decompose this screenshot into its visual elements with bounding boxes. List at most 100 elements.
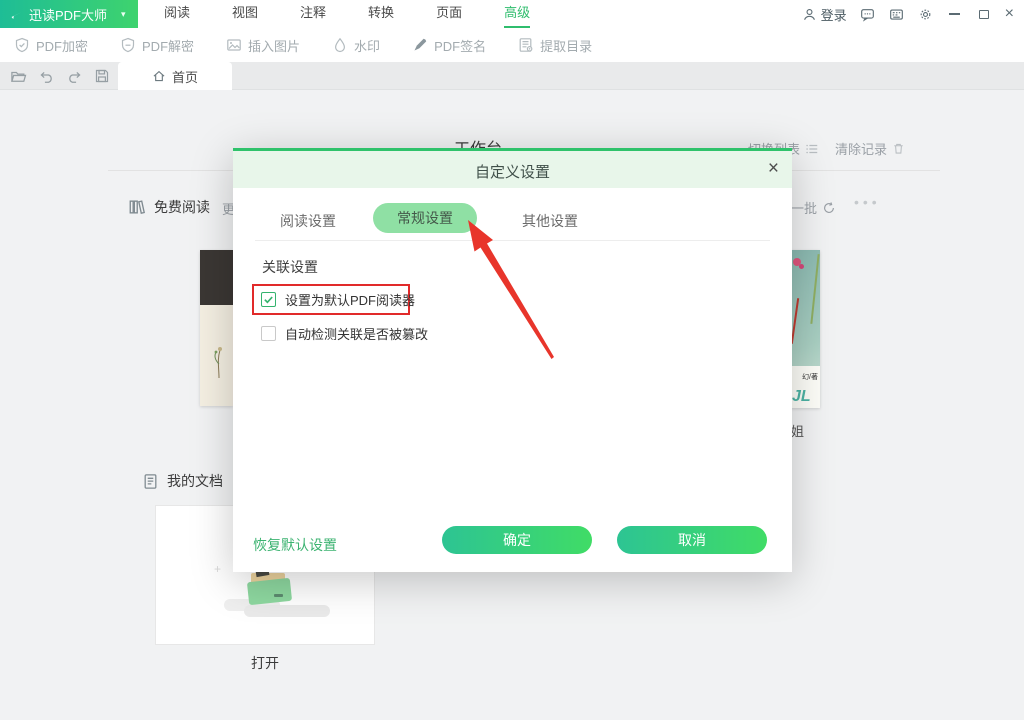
refresh-icon xyxy=(822,201,836,215)
check-icon xyxy=(263,294,274,305)
app-logo[interactable]: 迅读PDF大师 ▾ xyxy=(0,0,138,28)
list-icon xyxy=(805,142,819,156)
window-close-button[interactable]: × xyxy=(1005,7,1014,21)
option-label: 自动检测关联是否被篡改 xyxy=(285,324,428,343)
pdf-decrypt-button[interactable]: PDF解密 xyxy=(120,36,194,55)
checkbox-checked[interactable] xyxy=(261,292,276,307)
book-logo-text: JL xyxy=(792,388,811,406)
folder-shadow xyxy=(244,605,330,617)
tool-label: PDF加密 xyxy=(36,36,88,55)
shield-check-icon xyxy=(14,37,30,53)
insert-image-button[interactable]: 插入图片 xyxy=(226,36,300,55)
gear-icon[interactable] xyxy=(918,6,934,22)
book-cover-left[interactable] xyxy=(200,250,233,406)
restore-defaults-link[interactable]: 恢复默认设置 xyxy=(253,535,337,555)
home-icon xyxy=(152,69,166,83)
shield-minus-icon xyxy=(120,37,136,53)
app-window: 迅读PDF大师 ▾ 阅读 视图 注释 转换 页面 高级 登录 xyxy=(0,0,1024,720)
document-icon xyxy=(142,473,159,490)
chevron-down-icon[interactable]: ▾ xyxy=(121,9,126,20)
flower-illustration xyxy=(799,264,804,269)
book-cover-left-top xyxy=(200,250,233,305)
folder-front-illustration xyxy=(247,578,292,605)
toc-icon xyxy=(518,37,534,53)
main-menu: 阅读 视图 注释 转换 页面 高级 xyxy=(164,0,530,28)
login-button[interactable]: 登录 xyxy=(802,5,847,24)
tool-label: PDF签名 xyxy=(434,36,486,55)
menu-item-read[interactable]: 阅读 xyxy=(164,0,190,28)
vine-illustration xyxy=(810,254,819,324)
association-settings-label: 关联设置 xyxy=(262,257,318,277)
redo-icon[interactable] xyxy=(66,68,83,85)
option-detect-tamper[interactable]: 自动检测关联是否被篡改 xyxy=(261,324,428,343)
pen-icon xyxy=(412,37,428,53)
save-icon[interactable] xyxy=(94,68,110,84)
free-reading-title: 免费阅读 xyxy=(154,197,210,217)
tabs-divider xyxy=(255,240,770,241)
cancel-button[interactable]: 取消 xyxy=(617,526,767,554)
ribbon-illustration xyxy=(791,298,799,344)
watermark-button[interactable]: 水印 xyxy=(332,36,380,55)
undo-icon[interactable] xyxy=(38,68,55,85)
feedback-icon[interactable] xyxy=(889,6,905,22)
clear-records-button[interactable]: 清除记录 xyxy=(835,139,905,158)
menu-item-convert[interactable]: 转换 xyxy=(368,0,394,28)
extract-toc-button[interactable]: 提取目录 xyxy=(518,36,592,55)
user-icon xyxy=(802,6,818,22)
image-icon xyxy=(226,37,242,53)
trash-icon xyxy=(892,142,905,155)
book-author: 幻/著 xyxy=(802,372,818,382)
ellipsis-menu[interactable]: ••• xyxy=(854,194,881,210)
window-controls: 登录 × xyxy=(802,5,1024,24)
paper-plane-icon xyxy=(8,7,23,22)
book-cover-right[interactable]: 幻/著 JL xyxy=(790,250,820,408)
tab-strip: 首页 xyxy=(0,62,1024,90)
tab-home[interactable]: 首页 xyxy=(118,62,232,90)
books-icon xyxy=(128,198,146,216)
home-tab-label: 首页 xyxy=(172,67,198,86)
quick-actions xyxy=(10,62,110,90)
dialog-close-button[interactable]: × xyxy=(768,158,779,180)
option-default-pdf-reader[interactable]: 设置为默认PDF阅读器 xyxy=(252,284,410,315)
menu-item-view[interactable]: 视图 xyxy=(232,0,258,28)
tab-other-settings[interactable]: 其他设置 xyxy=(522,211,578,231)
advanced-toolbar: PDF加密 PDF解密 插入图片 水印 PDF签名 提取目录 xyxy=(0,28,1024,62)
tool-label: 插入图片 xyxy=(248,36,300,55)
custom-settings-dialog: 自定义设置 × 阅读设置 常规设置 其他设置 关联设置 设置为默认PDF阅读器 … xyxy=(233,148,792,572)
option-label: 设置为默认PDF阅读器 xyxy=(285,290,415,309)
dialog-title: 自定义设置 xyxy=(233,161,792,182)
minimize-icon xyxy=(949,13,960,15)
open-card-label: 打开 xyxy=(155,653,375,673)
maximize-button[interactable] xyxy=(976,6,992,22)
dialog-header: 自定义设置 xyxy=(233,151,792,188)
confirm-button[interactable]: 确定 xyxy=(442,526,592,554)
menu-bar: 迅读PDF大师 ▾ 阅读 视图 注释 转换 页面 高级 登录 xyxy=(0,0,1024,28)
app-title: 迅读PDF大师 xyxy=(29,5,107,24)
plus-decoration: + xyxy=(214,562,221,576)
menu-item-annotate[interactable]: 注释 xyxy=(300,0,326,28)
tool-label: 提取目录 xyxy=(540,36,592,55)
my-documents-header: 我的文档 xyxy=(142,471,223,491)
book-cover-band: 幻/著 JL xyxy=(790,366,820,408)
checkbox-unchecked[interactable] xyxy=(261,326,276,341)
menu-item-page[interactable]: 页面 xyxy=(436,0,462,28)
minimize-button[interactable] xyxy=(947,6,963,22)
book-caption: 姐 xyxy=(791,421,804,440)
pdf-encrypt-button[interactable]: PDF加密 xyxy=(14,36,88,55)
clear-records-label: 清除记录 xyxy=(835,139,887,158)
menu-item-advanced[interactable]: 高级 xyxy=(504,0,530,28)
tool-label: 水印 xyxy=(354,36,380,55)
tab-reading-settings[interactable]: 阅读设置 xyxy=(280,211,336,231)
tab-general-settings[interactable]: 常规设置 xyxy=(373,203,477,233)
folder-dash-illustration xyxy=(274,594,283,597)
open-folder-icon[interactable] xyxy=(10,68,27,85)
message-icon[interactable] xyxy=(860,6,876,22)
my-documents-title: 我的文档 xyxy=(167,471,223,491)
maximize-icon xyxy=(979,10,989,19)
plant-illustration xyxy=(210,340,228,380)
login-label: 登录 xyxy=(821,5,847,24)
droplet-icon xyxy=(332,37,348,53)
free-reading-header: 免费阅读 xyxy=(128,197,210,217)
pdf-sign-button[interactable]: PDF签名 xyxy=(412,36,486,55)
tool-label: PDF解密 xyxy=(142,36,194,55)
